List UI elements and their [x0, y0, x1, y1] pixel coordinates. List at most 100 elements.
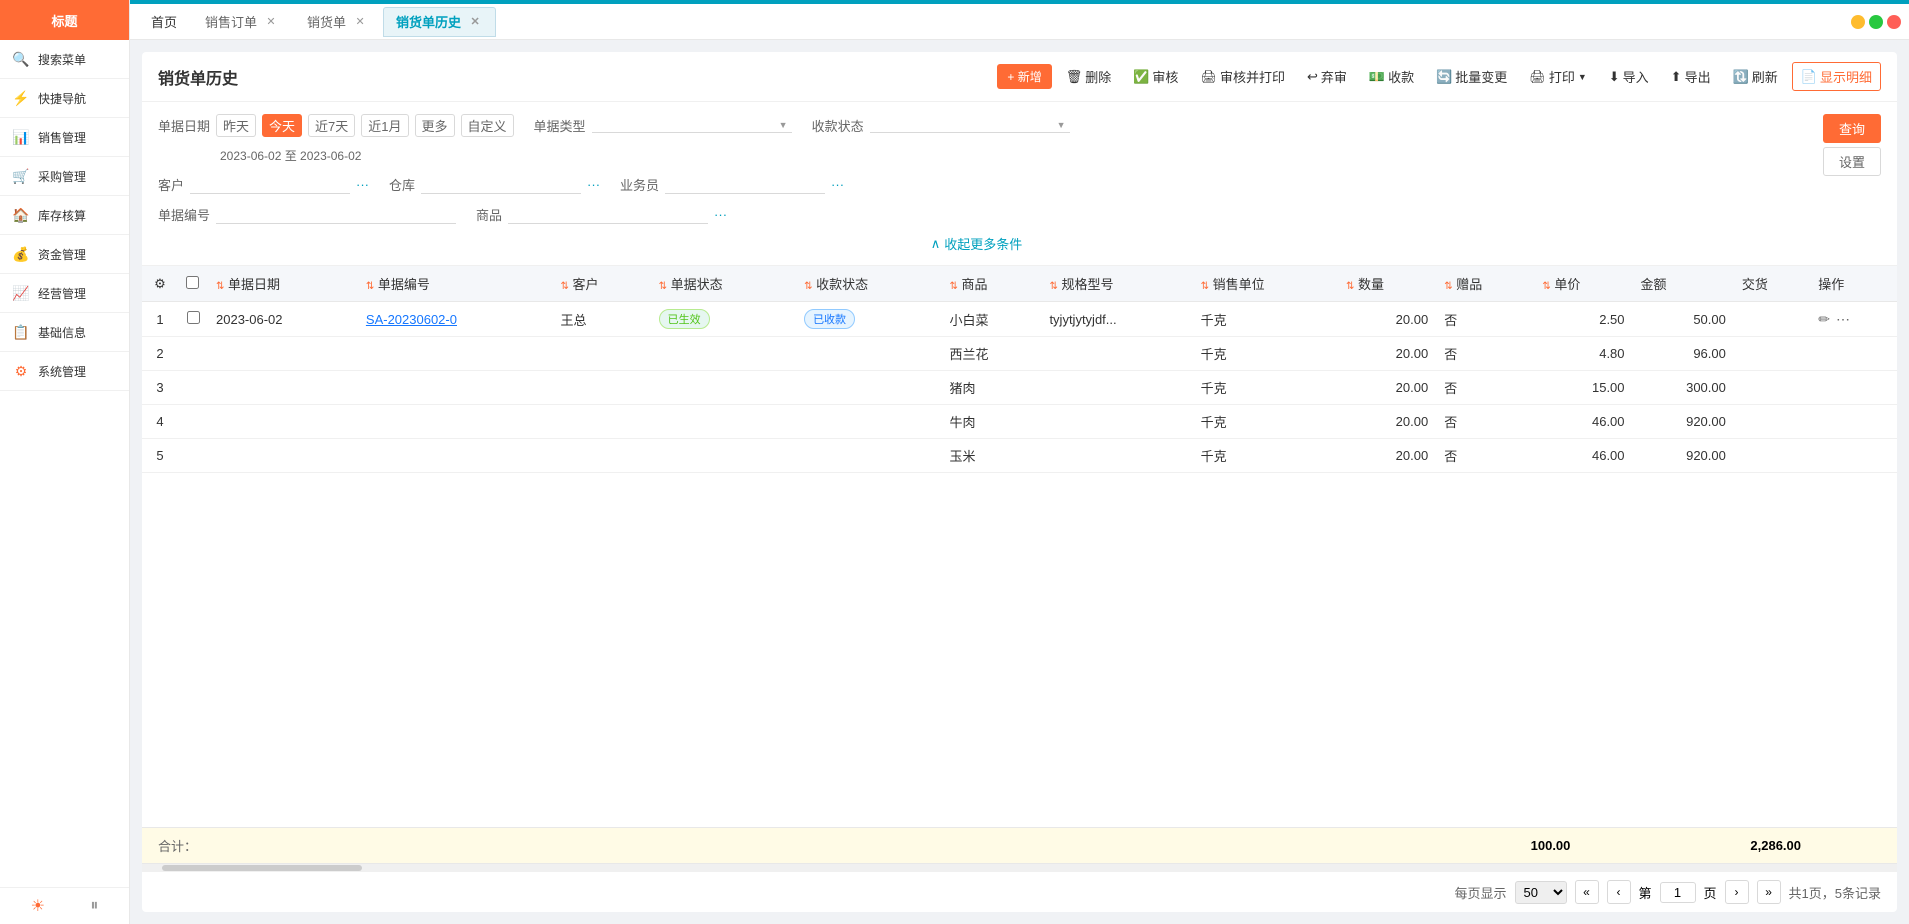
first-page-btn[interactable]: «	[1575, 880, 1599, 904]
sidebar-bottom-icon2[interactable]: ⏸	[90, 897, 98, 915]
tab-sales-delivery-close[interactable]: ✕	[352, 14, 368, 30]
col-price[interactable]: ⇅ 单价	[1534, 266, 1632, 302]
summary-total-amount: 2,286.00	[1750, 838, 1801, 853]
tab-sales-order-close[interactable]: ✕	[263, 14, 279, 30]
row-checkbox[interactable]	[187, 311, 200, 324]
sidebar-bottom-icon1[interactable]: ☀	[31, 896, 45, 916]
query-button[interactable]: 查询	[1823, 114, 1881, 143]
tab-sales-history-close[interactable]: ✕	[467, 14, 483, 30]
row-num: 1	[142, 302, 178, 337]
print-icon: 🖨	[1529, 69, 1546, 85]
type-select[interactable]: ▼	[592, 118, 792, 133]
sidebar-item-basic-info[interactable]: 📋 基础信息	[0, 313, 129, 352]
row-date	[208, 371, 358, 405]
edit-icon[interactable]: ✏	[1818, 311, 1830, 328]
warehouse-dots[interactable]: ···	[587, 177, 600, 192]
sidebar-item-search-menu[interactable]: 🔍 搜索菜单	[0, 40, 129, 79]
warehouse-input[interactable]	[421, 174, 581, 194]
payment-select[interactable]: ▼	[870, 118, 1070, 133]
row-unit: 千克	[1193, 405, 1338, 439]
window-maximize-btn[interactable]	[1869, 15, 1883, 29]
date-today[interactable]: 今天	[262, 114, 302, 137]
doc-icon: 📋	[12, 323, 30, 341]
new-button[interactable]: + 新增	[997, 64, 1051, 89]
date-more[interactable]: 更多	[415, 114, 455, 137]
col-unit[interactable]: ⇅ 销售单位	[1193, 266, 1338, 302]
table-row: 1 2023-06-02 SA-20230602-0 王总 已生效 已收款 小白…	[142, 302, 1897, 337]
customer-dots[interactable]: ···	[356, 177, 369, 192]
sidebar-item-inventory[interactable]: 🏠 库存核算	[0, 196, 129, 235]
settings-button[interactable]: 设置	[1823, 147, 1881, 176]
page-input[interactable]	[1660, 882, 1696, 903]
date-7days[interactable]: 近7天	[308, 114, 355, 137]
row-payment-status: 已收款	[796, 302, 941, 337]
col-spec[interactable]: ⇅ 规格型号	[1041, 266, 1192, 302]
order-status-sort-icon: ⇅	[659, 281, 667, 292]
abandon-button[interactable]: ↩ 弃审	[1299, 63, 1355, 90]
import-button[interactable]: ⬇ 导入	[1601, 63, 1657, 90]
goods-input[interactable]	[508, 204, 708, 224]
last-page-btn[interactable]: »	[1757, 880, 1781, 904]
refresh-icon: 🔃	[1733, 69, 1749, 85]
col-qty[interactable]: ⇅ 数量	[1338, 266, 1436, 302]
export-button[interactable]: ⬆ 导出	[1663, 63, 1719, 90]
col-order-no[interactable]: ⇅ 单据编号	[358, 266, 553, 302]
col-date[interactable]: ⇅ 单据日期	[208, 266, 358, 302]
delete-button[interactable]: 🗑 删除	[1058, 63, 1120, 90]
scrollbar-area[interactable]	[142, 863, 1897, 871]
date-1month[interactable]: 近1月	[361, 114, 408, 137]
page-size-select[interactable]: 50 100 200	[1515, 881, 1567, 904]
staff-dots[interactable]: ···	[831, 177, 844, 192]
row-payment-status	[796, 371, 941, 405]
print-button[interactable]: 🖨 打印 ▼	[1521, 63, 1594, 90]
page-header: 销货单历史 + 新增 🗑 删除 ✅ 审核 🖨 审核并打印	[142, 52, 1897, 102]
col-customer[interactable]: ⇅ 客户	[552, 266, 650, 302]
staff-input[interactable]	[665, 174, 825, 194]
sidebar-item-quick-nav[interactable]: ⚡ 快捷导航	[0, 79, 129, 118]
col-settings[interactable]: ⚙	[142, 266, 178, 302]
col-payment-status[interactable]: ⇅ 收款状态	[796, 266, 941, 302]
qty-sort-icon: ⇅	[1346, 281, 1354, 292]
sidebar-item-purchase-mgmt[interactable]: 🛒 采购管理	[0, 157, 129, 196]
audit-icon: ✅	[1133, 69, 1149, 85]
goods-dots[interactable]: ···	[714, 207, 727, 222]
tab-home[interactable]: 首页	[138, 7, 190, 37]
refresh-button[interactable]: 🔃 刷新	[1725, 63, 1786, 90]
order-no-link[interactable]: SA-20230602-0	[366, 312, 457, 327]
prev-page-btn[interactable]: ‹	[1607, 880, 1631, 904]
sidebar-item-sys-mgmt[interactable]: ⚙ 系统管理	[0, 352, 129, 391]
tab-sales-order[interactable]: 销售订单 ✕	[192, 7, 292, 37]
col-order-status[interactable]: ⇅ 单据状态	[651, 266, 796, 302]
collapse-button[interactable]: ∧ 收起更多条件	[931, 234, 1023, 253]
window-minimize-btn[interactable]	[1851, 15, 1865, 29]
date-yesterday[interactable]: 昨天	[216, 114, 256, 137]
tab-sales-history[interactable]: 销货单历史 ✕	[383, 7, 496, 37]
sidebar-item-sales-mgmt[interactable]: 📊 销售管理	[0, 118, 129, 157]
row-order-no	[358, 371, 553, 405]
row-gift: 否	[1436, 371, 1534, 405]
select-all-checkbox[interactable]	[186, 276, 199, 289]
sidebar: 标题 🔍 搜索菜单 ⚡ 快捷导航 📊 销售管理 🛒 采购管理 🏠 库存核算 💰 …	[0, 0, 130, 924]
audit-button[interactable]: ✅ 审核	[1125, 63, 1186, 90]
row-order-status	[651, 405, 796, 439]
next-page-btn[interactable]: ›	[1725, 880, 1749, 904]
row-qty: 20.00	[1338, 371, 1436, 405]
collect-button[interactable]: 💵 收款	[1361, 63, 1422, 90]
window-close-btn[interactable]	[1887, 15, 1901, 29]
date-custom[interactable]: 自定义	[461, 114, 514, 137]
sidebar-item-ops-mgmt[interactable]: 📈 经营管理	[0, 274, 129, 313]
row-spec	[1041, 337, 1192, 371]
batch-change-button[interactable]: 🔄 批量变更	[1428, 63, 1515, 90]
order-no-input[interactable]	[216, 204, 456, 224]
customer-input[interactable]	[190, 174, 350, 194]
row-action	[1810, 371, 1897, 405]
audit-print-button[interactable]: 🖨 审核并打印	[1192, 63, 1293, 90]
col-goods[interactable]: ⇅ 商品	[941, 266, 1041, 302]
col-gift[interactable]: ⇅ 赠品	[1436, 266, 1534, 302]
tab-sales-delivery[interactable]: 销货单 ✕	[294, 7, 381, 37]
show-detail-button[interactable]: 📄 显示明细	[1792, 62, 1881, 91]
row-price: 46.00	[1534, 405, 1632, 439]
row-gift: 否	[1436, 302, 1534, 337]
more-icon[interactable]: ⋯	[1836, 311, 1850, 328]
sidebar-item-finance[interactable]: 💰 资金管理	[0, 235, 129, 274]
